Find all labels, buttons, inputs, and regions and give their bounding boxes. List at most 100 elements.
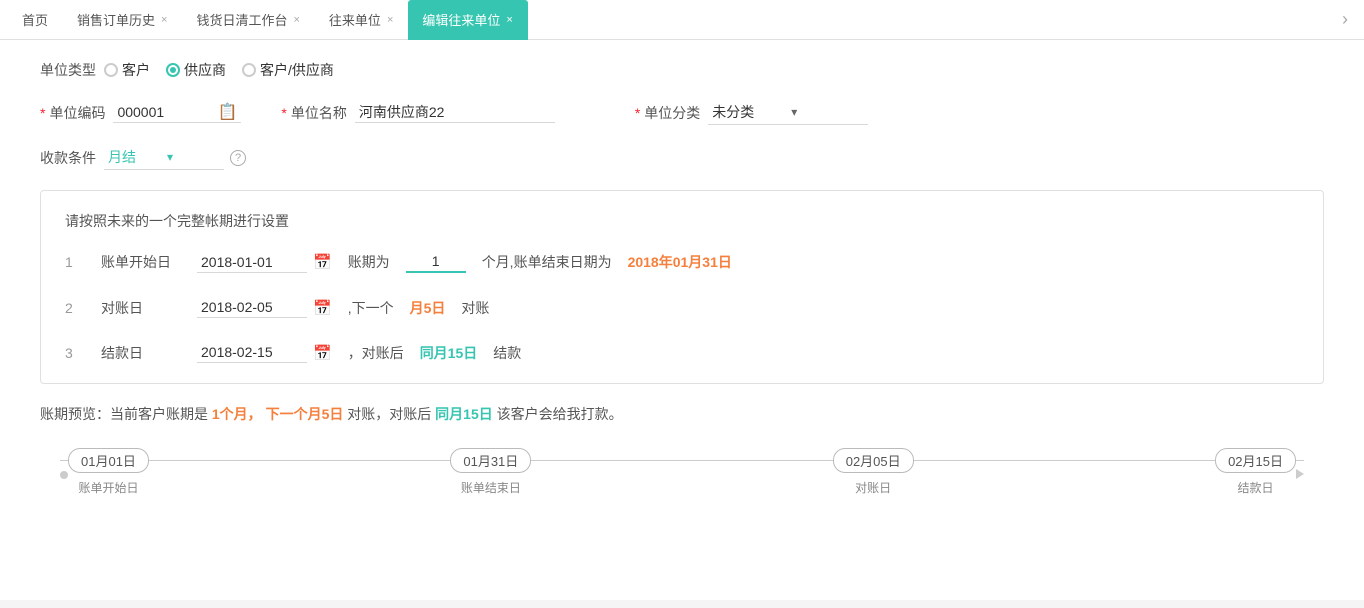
payment-row: 收款条件 月结 ▾ ? [40, 145, 1324, 170]
desc-period-suffix: 个月,账单结束日期为 [482, 252, 612, 272]
preview-label: 账期预览：当前客户账期是 [40, 406, 208, 422]
unit-code-input[interactable] [113, 102, 213, 122]
timeline-date-4: 02月15日 [1215, 448, 1296, 473]
settings-title: 请按照未来的一个完整帐期进行设置 [65, 211, 1299, 231]
tab-cashwork[interactable]: 钱货日清工作台 × [182, 0, 314, 40]
radio-circle-customer [104, 63, 118, 77]
radio-supplier-label: 供应商 [184, 60, 226, 80]
date-wrap-2: 📅 [197, 297, 332, 318]
setting-num-3: 3 [65, 345, 85, 361]
payment-help-icon[interactable]: ? [230, 150, 246, 166]
unit-name-label: 单位名称 [291, 103, 347, 123]
date-input-1[interactable] [197, 252, 307, 273]
unit-type-radio-group: 客户 供应商 客户/供应商 [104, 60, 334, 80]
unit-code-icon[interactable]: 📋 [213, 102, 241, 122]
payment-label: 收款条件 [40, 148, 96, 168]
unit-category-required: * [635, 105, 640, 121]
desc-payment-suffix: 结款 [493, 343, 521, 363]
tab-close-sales-history[interactable]: × [161, 14, 167, 26]
unit-name-input[interactable] [355, 102, 555, 123]
cal-icon-1[interactable]: 📅 [313, 253, 332, 271]
tab-more-button[interactable]: › [1334, 9, 1356, 30]
tab-close-cashwork[interactable]: × [293, 14, 299, 26]
timeline-label-4: 结款日 [1238, 479, 1274, 496]
setting-row-3: 3 结款日 📅 ，对账后 同月15日 结款 [65, 342, 1299, 363]
unit-code-label: 单位编码 [49, 103, 105, 123]
desc-payment-prefix: ，对账后 [348, 343, 404, 363]
date-wrap-1: 📅 [197, 252, 332, 273]
unit-category-item: * 单位分类 未分类 ▾ [635, 100, 868, 125]
preview-period: 1个月， [212, 406, 262, 422]
desc-reconcile-prefix: ,下一个 [348, 298, 394, 318]
tab-bar: 首页 销售订单历史 × 钱货日清工作台 × 往来单位 × 编辑往来单位 × › [0, 0, 1364, 40]
cal-icon-2[interactable]: 📅 [313, 299, 332, 317]
date-input-3[interactable] [197, 342, 307, 363]
payment-arrow: ▾ [167, 150, 220, 164]
radio-both[interactable]: 客户/供应商 [242, 60, 334, 80]
unit-type-label: 单位类型 [40, 60, 96, 80]
tab-edit-partner[interactable]: 编辑往来单位 × [408, 0, 527, 40]
date-wrap-3: 📅 [197, 342, 332, 363]
radio-circle-supplier [166, 63, 180, 77]
preview-reconcile-day: 下一个月5日 [266, 406, 344, 422]
payment-select[interactable]: 月结 ▾ [104, 145, 224, 170]
timeline-node-1: 01月01日 账单开始日 [68, 448, 149, 496]
timeline-date-2: 01月31日 [450, 448, 531, 473]
period-end-date: 2018年01月31日 [628, 252, 732, 272]
unit-category-value: 未分类 [712, 102, 785, 122]
unit-name-item: * 单位名称 [281, 102, 554, 123]
tab-partners[interactable]: 往来单位 × [315, 0, 408, 40]
tab-close-edit-partner[interactable]: × [506, 14, 512, 26]
date-input-2[interactable] [197, 297, 307, 318]
payment-month-day: 同月15日 [420, 343, 478, 363]
tab-sales-history[interactable]: 销售订单历史 × [63, 0, 182, 40]
timeline-label-1: 账单开始日 [78, 479, 138, 496]
unit-category-select[interactable]: 未分类 ▾ [708, 100, 868, 125]
preview-payment-day: 同月15日 [435, 406, 493, 422]
preview-reconcile-text: 对账，对账后 [347, 406, 431, 422]
unit-name-required: * [281, 105, 286, 121]
timeline-nodes: 01月01日 账单开始日 01月31日 账单结束日 02月05日 对账日 02月… [68, 448, 1296, 496]
desc-period-prefix: 账期为 [348, 252, 390, 272]
timeline-node-3: 02月05日 对账日 [833, 448, 914, 496]
unit-category-arrow: ▾ [791, 105, 864, 119]
cal-icon-3[interactable]: 📅 [313, 344, 332, 362]
radio-customer[interactable]: 客户 [104, 60, 150, 80]
preview-text: 账期预览：当前客户账期是 1个月， 下一个月5日 对账，对账后 同月15日 该客… [40, 404, 1324, 424]
radio-supplier[interactable]: 供应商 [166, 60, 226, 80]
payment-item: 收款条件 月结 ▾ ? [40, 145, 246, 170]
settings-box: 请按照未来的一个完整帐期进行设置 1 账单开始日 📅 账期为 个月,账单结束日期… [40, 190, 1324, 384]
main-content: 单位类型 客户 供应商 客户/供应商 * 单位编码 [0, 40, 1364, 600]
unit-type-item: 单位类型 客户 供应商 客户/供应商 [40, 60, 334, 80]
timeline-node-2: 01月31日 账单结束日 [450, 448, 531, 496]
timeline-node-4: 02月15日 结款日 [1215, 448, 1296, 496]
timeline-label-3: 对账日 [855, 479, 891, 496]
unit-code-item: * 单位编码 📋 [40, 102, 241, 123]
radio-customer-label: 客户 [122, 60, 150, 80]
unit-category-label: 单位分类 [644, 103, 700, 123]
setting-field-1: 账单开始日 [101, 252, 181, 272]
payment-value: 月结 [108, 147, 161, 167]
preview-tail: 该客户会给我打款。 [497, 406, 623, 422]
setting-row-2: 2 对账日 📅 ,下一个 月5日 对账 [65, 297, 1299, 318]
setting-num-1: 1 [65, 254, 85, 270]
timeline-label-2: 账单结束日 [461, 479, 521, 496]
setting-field-2: 对账日 [101, 298, 181, 318]
timeline: 01月01日 账单开始日 01月31日 账单结束日 02月05日 对账日 02月… [40, 448, 1324, 496]
timeline-date-3: 02月05日 [833, 448, 914, 473]
setting-field-3: 结款日 [101, 343, 181, 363]
unit-code-required: * [40, 105, 45, 121]
timeline-end-arrow [1296, 469, 1304, 479]
setting-num-2: 2 [65, 300, 85, 316]
unit-info-row: * 单位编码 📋 * 单位名称 * 单位分类 未分类 ▾ [40, 100, 1324, 125]
desc-reconcile-suffix: 对账 [461, 298, 489, 318]
tab-home[interactable]: 首页 [8, 0, 63, 40]
timeline-start-dot [60, 471, 68, 479]
reconcile-month-day: 月5日 [410, 298, 446, 318]
radio-circle-both [242, 63, 256, 77]
timeline-date-1: 01月01日 [68, 448, 149, 473]
tab-close-partners[interactable]: × [387, 14, 393, 26]
radio-both-label: 客户/供应商 [260, 60, 334, 80]
months-input[interactable] [406, 251, 466, 273]
unit-type-row: 单位类型 客户 供应商 客户/供应商 [40, 60, 1324, 80]
